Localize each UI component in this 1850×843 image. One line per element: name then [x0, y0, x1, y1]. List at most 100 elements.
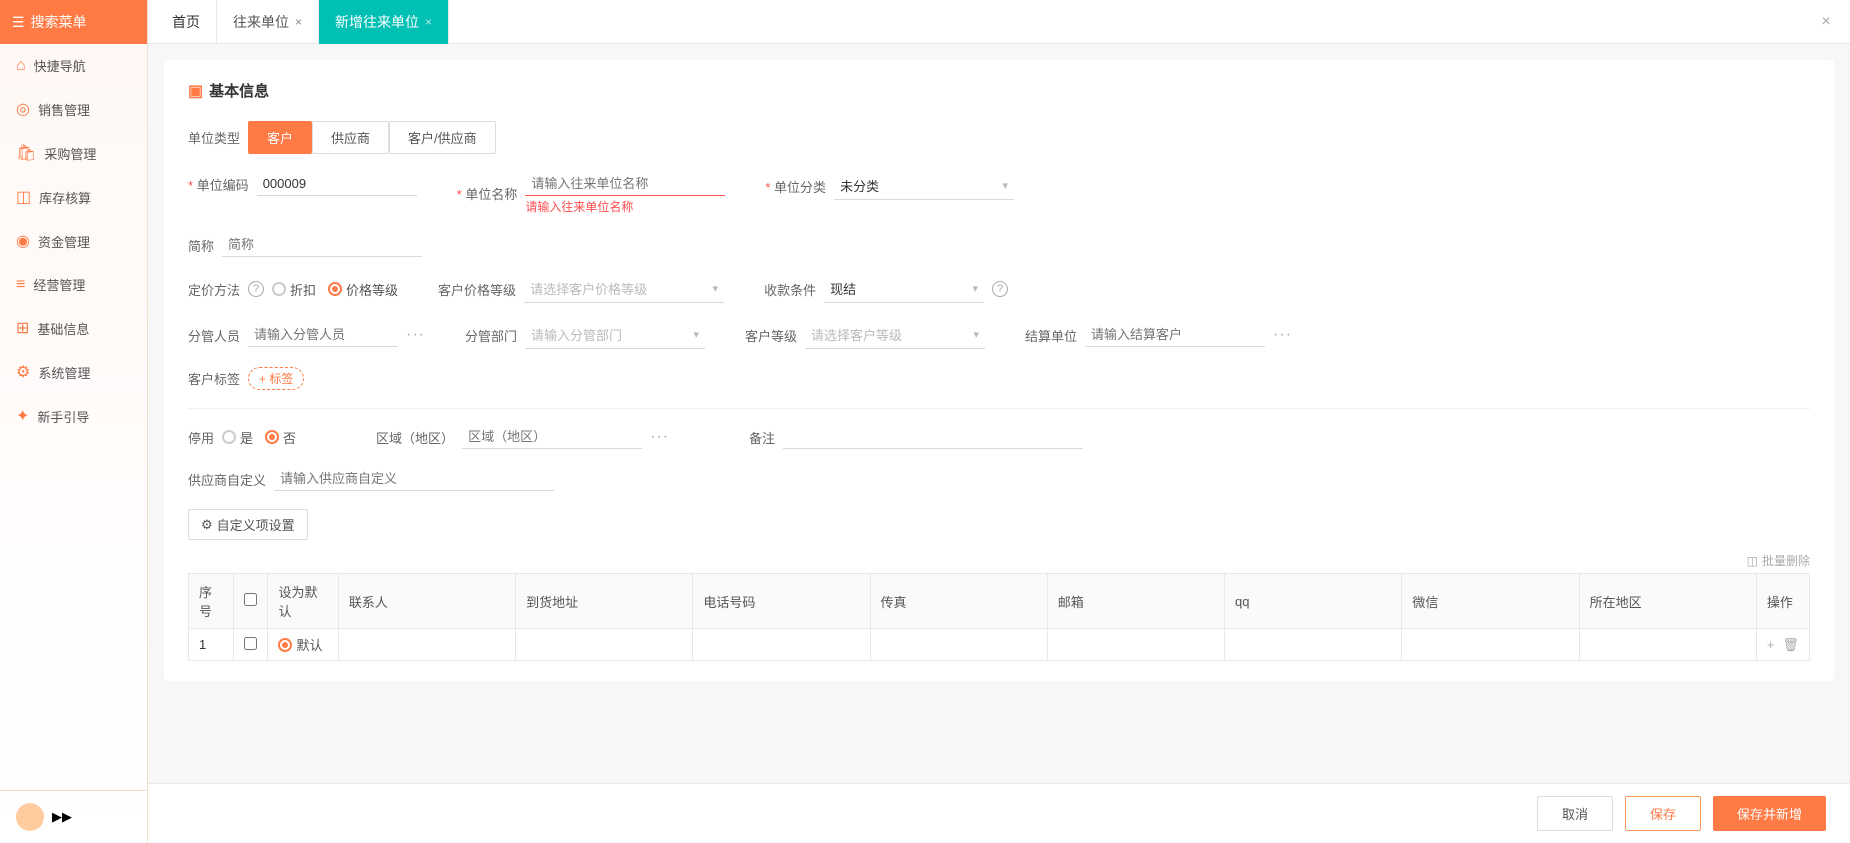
select-all-checkbox[interactable] [244, 593, 257, 606]
department-select[interactable]: 请输入分管部门 ▾ [525, 321, 705, 349]
qq-input[interactable] [1235, 637, 1391, 652]
notes-label: 备注 [749, 428, 775, 447]
type-btn-customer[interactable]: 客户 [248, 121, 312, 154]
department-placeholder: 请输入分管部门 [531, 325, 689, 344]
wechat-input[interactable] [1412, 637, 1568, 652]
sidebar-item-quick-nav[interactable]: ⌂ 快捷导航 [0, 44, 147, 87]
payment-help-icon[interactable]: ? [992, 281, 1008, 297]
disable-no-radio[interactable]: 否 [265, 428, 296, 447]
row-contact-cell [338, 629, 515, 661]
customer-price-level-field: 客户价格等级 请选择客户价格等级 ▾ [438, 275, 724, 303]
sales-icon: ◎ [16, 99, 30, 119]
add-tag-button[interactable]: + 标签 [248, 367, 304, 390]
customer-level-select[interactable]: 请选择客户等级 ▾ [805, 321, 985, 349]
tab-new-partner-label: 新增往来单位 [335, 12, 419, 32]
tags-row: 客户标签 + 标签 [188, 367, 1810, 390]
short-name-label: 简称 [188, 236, 214, 255]
settlement-label: 结算单位 [1025, 326, 1077, 345]
section-icon: ▣ [188, 81, 203, 101]
sidebar-item-base[interactable]: ⊞ 基础信息 [0, 306, 147, 350]
disable-radio-group: 是 否 [222, 428, 296, 447]
row-email-cell [1047, 629, 1224, 661]
sidebar-item-label: 库存核算 [39, 188, 91, 207]
fax-input[interactable] [881, 637, 1037, 652]
phone-input[interactable] [703, 637, 859, 652]
tab-partners[interactable]: 往来单位 × [217, 0, 319, 44]
customer-price-level-label: 客户价格等级 [438, 280, 516, 299]
contact-input[interactable] [349, 637, 505, 652]
pricing-discount-radio[interactable]: 折扣 [272, 280, 316, 299]
col-default: 设为默认 [268, 574, 338, 629]
disable-label: 停用 [188, 428, 214, 447]
row-checkbox[interactable] [244, 637, 257, 650]
disable-yes-radio[interactable]: 是 [222, 428, 253, 447]
region-input[interactable] [462, 425, 642, 449]
section-title-text: 基本信息 [209, 80, 269, 101]
section-title: ▣ 基本信息 [188, 80, 1810, 101]
save-new-button[interactable]: 保存并新增 [1713, 796, 1826, 831]
custom-settings-button[interactable]: ⚙ 自定义项设置 [188, 509, 308, 540]
supplier-custom-input[interactable] [274, 467, 554, 491]
content-area: ▣ 基本信息 单位类型 客户 供应商 客户/供应商 单位编码 [148, 44, 1850, 783]
sidebar-item-sales[interactable]: ◎ 销售管理 [0, 87, 147, 131]
unit-name-field-with-error: 请输入往来单位名称 [525, 172, 725, 215]
sidebar-search[interactable]: ☰ 搜索菜单 [0, 0, 147, 44]
manager-more-btn[interactable]: ··· [406, 326, 425, 344]
customer-price-level-select[interactable]: 请选择客户价格等级 ▾ [524, 275, 724, 303]
delete-row-button[interactable]: 🗑 [1782, 637, 1799, 653]
region-field: 区域（地区） ··· [376, 425, 669, 449]
pricing-level-radio[interactable]: 价格等级 [328, 280, 398, 299]
payment-terms-select[interactable]: 现结 ▾ [824, 275, 984, 303]
cancel-button[interactable]: 取消 [1537, 796, 1613, 831]
settlement-input[interactable] [1085, 323, 1265, 347]
tab-home[interactable]: 首页 [156, 0, 217, 44]
supplier-custom-row: 供应商自定义 [188, 467, 1810, 491]
sidebar-bottom: ▶▶ [0, 790, 147, 843]
sidebar-item-inventory[interactable]: ◫ 库存核算 [0, 175, 147, 219]
unit-code-input[interactable] [257, 172, 417, 196]
sidebar-item-finance[interactable]: ◉ 资金管理 [0, 219, 147, 263]
email-input[interactable] [1058, 637, 1214, 652]
type-btn-supplier[interactable]: 供应商 [312, 121, 389, 154]
department-label: 分管部门 [465, 326, 517, 345]
sidebar-item-label: 资金管理 [38, 232, 90, 251]
add-row-button[interactable]: + [1767, 637, 1775, 653]
settlement-more-btn[interactable]: ··· [1273, 326, 1292, 344]
sidebar-item-system[interactable]: ⚙ 系统管理 [0, 350, 147, 394]
sidebar-item-purchase[interactable]: 🛍 采购管理 [0, 131, 147, 175]
short-name-input[interactable] [222, 233, 422, 257]
pricing-row: 定价方法 ? 折扣 价格等级 客户价格等级 [188, 275, 1810, 303]
manager-input[interactable] [248, 323, 398, 347]
tab-new-partner[interactable]: 新增往来单位 × [319, 0, 449, 44]
sidebar-item-label: 采购管理 [44, 144, 96, 163]
sidebar-item-operations[interactable]: ≡ 经营管理 [0, 263, 147, 306]
unit-category-select[interactable]: 未分类 ▾ [834, 172, 1014, 200]
discount-label: 折扣 [290, 280, 316, 299]
chevron-down-icon2: ▾ [713, 282, 719, 295]
sidebar-item-label: 快捷导航 [34, 56, 86, 75]
tab-partners-close[interactable]: × [295, 15, 302, 29]
type-btn-both[interactable]: 客户/供应商 [389, 121, 496, 154]
chevron-down-icon5: ▾ [974, 328, 980, 341]
pricing-method-label: 定价方法 [188, 280, 240, 299]
region-more-btn[interactable]: ··· [650, 428, 669, 446]
batch-delete-label[interactable]: 批量删除 [1762, 552, 1810, 569]
row-default-radio[interactable]: 默认 [278, 635, 327, 654]
row-region-input[interactable] [1590, 637, 1746, 652]
sidebar-item-guide[interactable]: ✦ 新手引导 [0, 394, 147, 438]
avatar [16, 803, 44, 831]
address-input[interactable] [526, 637, 682, 652]
contacts-table: 序号 设为默认 联系人 到货地址 电话号码 传真 邮箱 qq 微信 所在地区 操… [188, 573, 1810, 661]
save-button[interactable]: 保存 [1625, 796, 1701, 831]
col-phone: 电话号码 [693, 574, 870, 629]
row-default-cell: 默认 [268, 629, 338, 661]
unit-category-value: 未分类 [840, 176, 998, 195]
col-index: 序号 [189, 574, 234, 629]
notes-input[interactable] [783, 425, 1083, 449]
manager-row: 分管人员 ··· 分管部门 请输入分管部门 ▾ 客户等级 请选择客户等级 ▾ [188, 321, 1810, 349]
unit-type-row: 单位类型 客户 供应商 客户/供应商 [188, 121, 1810, 154]
close-all-tabs-button[interactable]: × [1810, 6, 1842, 38]
tab-new-partner-close[interactable]: × [425, 15, 432, 29]
unit-name-input[interactable] [525, 172, 725, 196]
help-icon[interactable]: ? [248, 281, 264, 297]
